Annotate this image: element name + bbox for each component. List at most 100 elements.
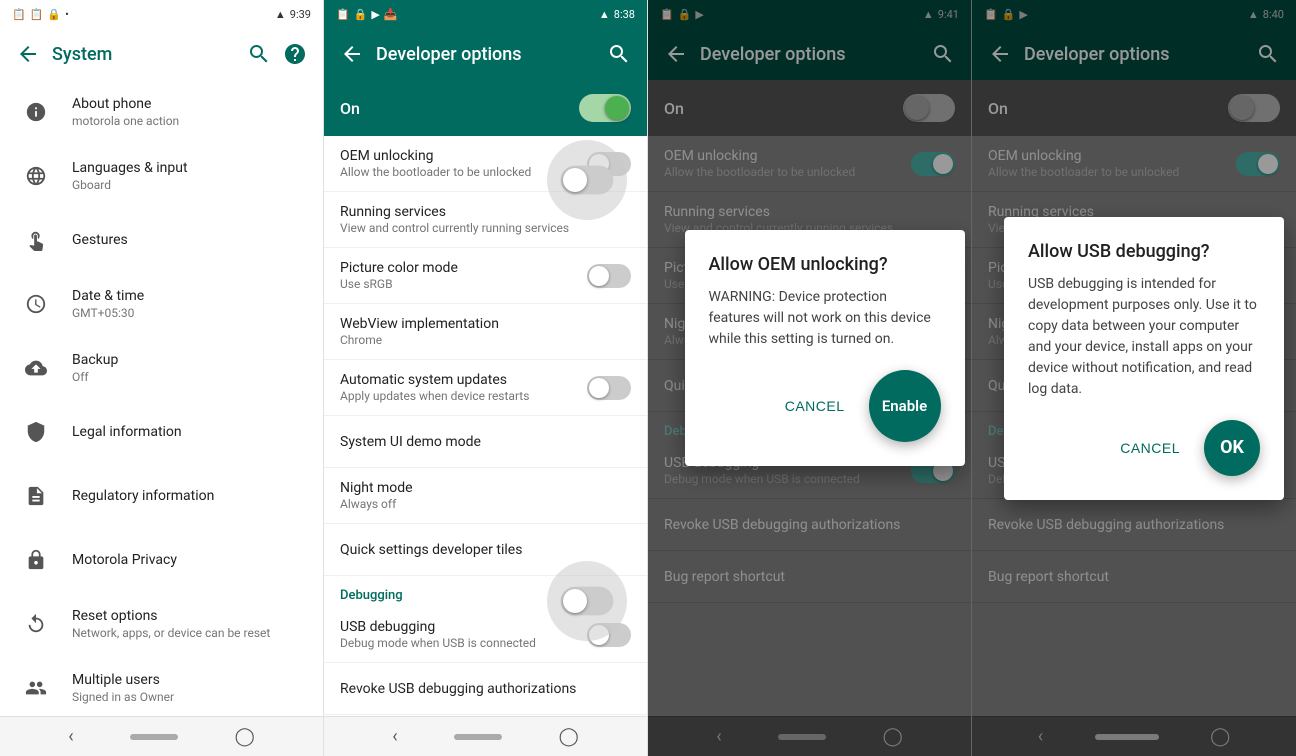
datetime-icon [16, 284, 56, 324]
usb-dialog: Allow USB debugging? USB debugging is in… [1004, 217, 1284, 500]
settings-item-language[interactable]: Languages & input Gboard [0, 144, 323, 208]
search-button-2[interactable] [607, 42, 631, 66]
search-button-1[interactable] [247, 42, 271, 66]
settings-item-backup[interactable]: Backup Off [0, 336, 323, 400]
usb-cancel-button[interactable]: Cancel [1104, 420, 1196, 476]
usb-debugging-title: USB debugging [340, 619, 587, 635]
settings-item-reset[interactable]: Reset options Network, apps, or device c… [0, 592, 323, 656]
usb-toggle-highlight[interactable] [561, 587, 614, 616]
usb-debugging-subtitle: Debug mode when USB is connected [340, 636, 587, 650]
night-mode-item[interactable]: Night mode Always off [324, 468, 647, 524]
users-subtitle: Signed in as Owner [72, 690, 307, 704]
revoke-usb-item[interactable]: Revoke USB debugging authorizations [324, 663, 647, 715]
usb-dialog-overlay: Allow USB debugging? USB debugging is in… [972, 0, 1296, 756]
usb-dialog-actions: Cancel OK [1028, 420, 1260, 476]
settings-item-privacy[interactable]: Motorola Privacy [0, 528, 323, 592]
usb-dialog-content: USB debugging is intended for developmen… [1028, 274, 1260, 400]
developer-toggle[interactable] [579, 94, 631, 122]
oem-toggle-highlight[interactable] [561, 166, 614, 195]
oem-dialog-actions: Cancel Enable [709, 370, 941, 442]
panel-system-settings: 📋 📋 🔒 • ▲ 9:39 System About phone [0, 0, 324, 756]
time-display-2: 8:38 [614, 8, 635, 21]
users-title: Multiple users [72, 672, 307, 688]
settings-item-datetime[interactable]: Date & time GMT+05:30 [0, 272, 323, 336]
settings-item-regulatory[interactable]: Regulatory information [0, 464, 323, 528]
picture-color-title: Picture color mode [340, 260, 587, 276]
nav-back-1[interactable]: ‹ [68, 726, 73, 747]
status-bar-1: 📋 📋 🔒 • ▲ 9:39 [0, 0, 323, 28]
usb-ok-button[interactable]: OK [1204, 420, 1260, 476]
night-mode-title: Night mode [340, 480, 631, 496]
nav-home-2[interactable] [454, 734, 502, 740]
language-text: Languages & input Gboard [72, 160, 307, 192]
developer-toggle-knob [605, 96, 629, 120]
nav-home-1[interactable] [130, 734, 178, 740]
page-title-2: Developer options [376, 44, 595, 65]
auto-updates-item[interactable]: Automatic system updates Apply updates w… [324, 360, 647, 416]
picture-color-text: Picture color mode Use sRGB [340, 260, 587, 291]
status-bar-2: 📋 🔒 ▶ 📥 ▲ 8:38 [324, 0, 647, 28]
users-icon [16, 668, 56, 708]
legal-icon [16, 412, 56, 452]
reset-icon [16, 604, 56, 644]
panel-developer-options: 📋 🔒 ▶ 📥 ▲ 8:38 Developer options On OEM … [324, 0, 648, 756]
running-services-subtitle: View and control currently running servi… [340, 221, 631, 235]
settings-list-1: About phone motorola one action Language… [0, 80, 323, 716]
oem-enable-button[interactable]: Enable [869, 370, 941, 442]
revoke-usb-title: Revoke USB debugging authorizations [340, 681, 631, 697]
settings-item-users[interactable]: Multiple users Signed in as Owner [0, 656, 323, 716]
backup-subtitle: Off [72, 370, 307, 384]
webview-item[interactable]: WebView implementation Chrome [324, 304, 647, 360]
auto-updates-text: Automatic system updates Apply updates w… [340, 372, 587, 403]
reset-subtitle: Network, apps, or device can be reset [72, 626, 307, 640]
notification-icon-1: 📋 [12, 8, 26, 21]
panel-usb-dialog: 📋 🔒 ▶ ▲ 8:40 Developer options On OEM un… [972, 0, 1296, 756]
nav-recents-2[interactable]: ◯ [559, 726, 579, 747]
system-ui-text: System UI demo mode [340, 434, 631, 450]
picture-color-item[interactable]: Picture color mode Use sRGB [324, 248, 647, 304]
system-ui-item[interactable]: System UI demo mode [324, 416, 647, 468]
privacy-text: Motorola Privacy [72, 552, 307, 568]
legal-title: Legal information [72, 424, 307, 440]
nav-bar-2: ‹ ◯ [324, 716, 647, 756]
status-icons-left-2: 📋 🔒 ▶ 📥 [336, 8, 398, 21]
oem-dialog-title: Allow OEM unlocking? [709, 254, 941, 275]
oem-cancel-button[interactable]: Cancel [769, 370, 861, 442]
webview-title: WebView implementation [340, 316, 631, 332]
backup-title: Backup [72, 352, 307, 368]
picture-color-toggle-knob [589, 266, 609, 286]
backup-text: Backup Off [72, 352, 307, 384]
privacy-title: Motorola Privacy [72, 552, 307, 568]
system-ui-title: System UI demo mode [340, 434, 631, 450]
back-button-2[interactable] [340, 42, 364, 66]
backup-icon [16, 348, 56, 388]
language-icon [16, 156, 56, 196]
panel-oem-dialog: 📋 🔒 ▶ ▲ 9:41 Developer options On OEM un… [648, 0, 972, 756]
users-text: Multiple users Signed in as Owner [72, 672, 307, 704]
about-icon [16, 92, 56, 132]
nav-bar-1: ‹ ◯ [0, 716, 323, 756]
nav-recents-1[interactable]: ◯ [235, 726, 255, 747]
oem-dialog-overlay: Allow OEM unlocking? WARNING: Device pro… [648, 0, 971, 756]
auto-updates-toggle[interactable] [587, 376, 631, 400]
picture-color-toggle[interactable] [587, 264, 631, 288]
time-display: 9:39 [290, 8, 311, 21]
developer-on-title: On [340, 99, 579, 118]
regulatory-title: Regulatory information [72, 488, 307, 504]
oem-dialog: Allow OEM unlocking? WARNING: Device pro… [685, 230, 965, 466]
status-icons-left: 📋 📋 🔒 • [12, 8, 69, 21]
about-title: About phone [72, 96, 307, 112]
nav-back-2[interactable]: ‹ [392, 726, 397, 747]
revoke-usb-text: Revoke USB debugging authorizations [340, 681, 631, 697]
settings-item-about[interactable]: About phone motorola one action [0, 80, 323, 144]
reset-title: Reset options [72, 608, 307, 624]
webview-text: WebView implementation Chrome [340, 316, 631, 347]
toggle-highlight-oem [547, 140, 627, 220]
settings-item-gestures[interactable]: Gestures [0, 208, 323, 272]
oem-title: OEM unlocking [340, 148, 587, 164]
back-button-1[interactable] [16, 42, 40, 66]
settings-item-legal[interactable]: Legal information [0, 400, 323, 464]
usb-debugging-text: USB debugging Debug mode when USB is con… [340, 619, 587, 650]
help-button[interactable] [283, 42, 307, 66]
developer-on-row[interactable]: On [324, 80, 647, 136]
